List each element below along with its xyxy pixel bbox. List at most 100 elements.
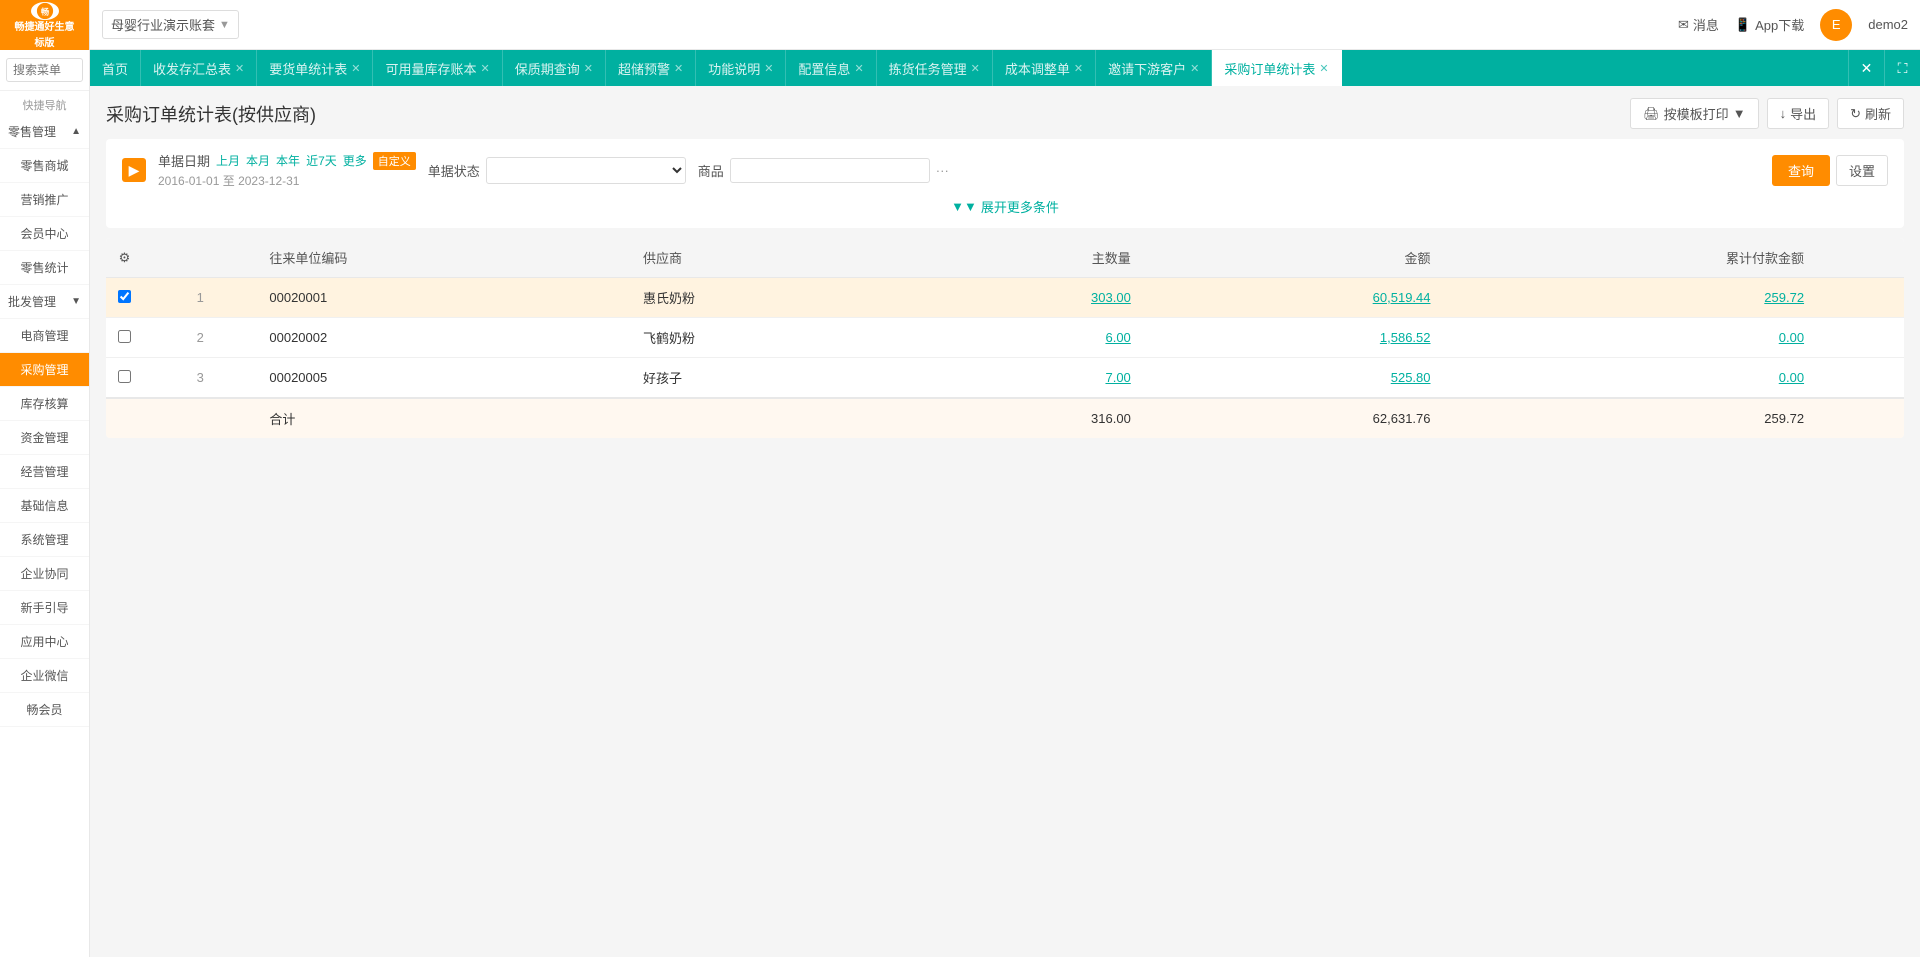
row-paid-amount[interactable]: 0.00	[1443, 318, 1817, 358]
sidebar-item-retail-shop[interactable]: 零售商城	[0, 149, 89, 183]
row-partner-code: 00020002	[257, 318, 631, 358]
filter-toggle-btn[interactable]: ▶	[122, 158, 146, 182]
data-table: ⚙ 往来单位编码 供应商 主数量 金额 累计付款金额 1 00020001 惠氏…	[106, 238, 1904, 438]
tab-expiry-query[interactable]: 保质期查询 ✕	[503, 50, 606, 86]
message-icon: ✉	[1678, 17, 1689, 33]
sidebar-item-basic-info[interactable]: 基础信息	[0, 489, 89, 523]
avatar[interactable]: E	[1820, 9, 1852, 41]
download-icon: 📱	[1735, 17, 1751, 33]
date-shortcut-this-year[interactable]: 本年	[276, 152, 300, 169]
row-main-qty[interactable]: 6.00	[909, 318, 1143, 358]
sidebar-item-enterprise-wechat[interactable]: 企业微信	[0, 659, 89, 693]
footer-seq	[143, 398, 257, 438]
tab-config-info[interactable]: 配置信息 ✕	[786, 50, 876, 86]
tab-label: 拣货任务管理	[889, 59, 967, 78]
date-shortcut-7days[interactable]: 近7天	[306, 152, 337, 169]
table-row[interactable]: 3 00020005 好孩子 7.00 525.80 0.00	[106, 358, 1904, 399]
sidebar-item-retail-stats[interactable]: 零售统计	[0, 251, 89, 285]
expand-filter-btn[interactable]: ▼▼ 展开更多条件	[951, 197, 1059, 216]
row-paid-amount[interactable]: 0.00	[1443, 358, 1817, 399]
export-button[interactable]: ↓ 导出	[1767, 98, 1830, 129]
tab-close-icon[interactable]: ✕	[584, 62, 593, 75]
sidebar-item-member-center[interactable]: 会员中心	[0, 217, 89, 251]
row-amount[interactable]: 1,586.52	[1143, 318, 1443, 358]
settings-button[interactable]: 设置	[1836, 155, 1888, 186]
print-label: 按模板打印	[1664, 104, 1729, 123]
date-start: 2016-01-01	[158, 174, 219, 188]
sidebar-item-system[interactable]: 系统管理	[0, 523, 89, 557]
page-content: 采购订单统计表(按供应商) 🖨 按模板打印 ▼ ↓ 导出 ↻ 刷新	[90, 86, 1920, 957]
col-settings[interactable]: ⚙	[106, 238, 143, 278]
tab-close-icon[interactable]: ✕	[481, 62, 490, 75]
user-name[interactable]: demo2	[1868, 17, 1908, 32]
date-custom-badge: 自定义	[373, 152, 416, 170]
workspace-selector[interactable]: 母婴行业演示账套 ▼	[102, 10, 239, 39]
row-amount[interactable]: 525.80	[1143, 358, 1443, 399]
refresh-button[interactable]: ↻ 刷新	[1837, 98, 1904, 129]
tab-func-desc[interactable]: 功能说明 ✕	[696, 50, 786, 86]
table-row[interactable]: 2 00020002 飞鹤奶粉 6.00 1,586.52 0.00	[106, 318, 1904, 358]
row-main-qty[interactable]: 303.00	[909, 278, 1143, 318]
tab-purchase-order-stats[interactable]: 采购订单统计表 ✕	[1212, 50, 1341, 86]
sidebar-item-member[interactable]: 畅会员	[0, 693, 89, 727]
sidebar-item-finance[interactable]: 资金管理	[0, 421, 89, 455]
date-shortcut-last-month[interactable]: 上月	[216, 152, 240, 169]
app-logo: 畅 畅捷通好生意 标版	[0, 0, 89, 50]
close-tab-btn[interactable]: ✕	[1848, 50, 1884, 86]
tab-inventory-ledger[interactable]: 可用量库存账本 ✕	[373, 50, 502, 86]
goods-input[interactable]	[730, 158, 930, 183]
row-checkbox[interactable]	[106, 358, 143, 399]
tab-close-icon[interactable]: ✕	[1074, 62, 1083, 75]
tab-receive-pay[interactable]: 收发存汇总表 ✕	[141, 50, 257, 86]
tab-label: 超储预警	[618, 59, 670, 78]
tab-cost-adjust[interactable]: 成本调整单 ✕	[993, 50, 1096, 86]
query-button[interactable]: 查询	[1772, 155, 1830, 186]
expand-tab-btn[interactable]: ⛶	[1884, 50, 1920, 86]
row-amount[interactable]: 60,519.44	[1143, 278, 1443, 318]
sidebar-item-wholesale-manage[interactable]: 批发管理 ▼	[0, 285, 89, 319]
row-checkbox[interactable]	[106, 278, 143, 318]
sidebar-item-retail-manage[interactable]: 零售管理 ▲	[0, 115, 89, 149]
tab-close-icon[interactable]: ✕	[1190, 62, 1199, 75]
table-footer-row: 合计 316.00 62,631.76 259.72	[106, 398, 1904, 438]
row-checkbox[interactable]	[106, 318, 143, 358]
sidebar-item-inventory[interactable]: 库存核算	[0, 387, 89, 421]
tab-overstock[interactable]: 超储预警 ✕	[606, 50, 696, 86]
row-paid-amount[interactable]: 259.72	[1443, 278, 1817, 318]
tab-close-icon[interactable]: ✕	[854, 62, 863, 75]
tab-order-stats[interactable]: 要货单统计表 ✕	[257, 50, 373, 86]
sidebar-item-enterprise-collab[interactable]: 企业协同	[0, 557, 89, 591]
sidebar-item-new-guide[interactable]: 新手引导	[0, 591, 89, 625]
tab-close-icon[interactable]: ✕	[235, 62, 244, 75]
date-shortcut-more[interactable]: 更多	[343, 152, 367, 169]
sidebar-item-label: 批发管理	[8, 293, 56, 310]
more-icon[interactable]: ···	[936, 163, 949, 178]
tab-close-icon[interactable]: ✕	[1319, 62, 1328, 75]
top-bar: 母婴行业演示账套 ▼ ✉ 消息 📱 App下载 E demo2	[90, 0, 1920, 50]
sidebar: 畅 畅捷通好生意 标版 快捷导航 零售管理 ▲ 零售商城 营销推广 会员中心 零…	[0, 0, 90, 957]
app-download-label: App下载	[1755, 15, 1804, 34]
tab-close-icon[interactable]: ✕	[971, 62, 980, 75]
tab-close-icon[interactable]: ✕	[764, 62, 773, 75]
message-btn[interactable]: ✉ 消息	[1678, 15, 1719, 34]
row-main-qty[interactable]: 7.00	[909, 358, 1143, 399]
workspace-name: 母婴行业演示账套	[111, 15, 215, 34]
sidebar-item-marketing[interactable]: 营销推广	[0, 183, 89, 217]
table-row[interactable]: 1 00020001 惠氏奶粉 303.00 60,519.44 259.72	[106, 278, 1904, 318]
sidebar-item-ops-manage[interactable]: 经营管理	[0, 455, 89, 489]
table-header-row: ⚙ 往来单位编码 供应商 主数量 金额 累计付款金额	[106, 238, 1904, 278]
search-input[interactable]	[6, 58, 83, 82]
print-button[interactable]: 🖨 按模板打印 ▼	[1630, 98, 1758, 129]
date-shortcut-this-month[interactable]: 本月	[246, 152, 270, 169]
tab-close-icon[interactable]: ✕	[351, 62, 360, 75]
status-select[interactable]	[486, 157, 686, 184]
tab-pick-task[interactable]: 拣货任务管理 ✕	[877, 50, 993, 86]
tab-invite-downstream[interactable]: 邀请下游客户 ✕	[1096, 50, 1212, 86]
row-seq: 1	[143, 278, 257, 318]
sidebar-item-app-center[interactable]: 应用中心	[0, 625, 89, 659]
tab-close-icon[interactable]: ✕	[674, 62, 683, 75]
sidebar-item-purchase-manage[interactable]: 采购管理	[0, 353, 89, 387]
app-download-btn[interactable]: 📱 App下载	[1735, 15, 1804, 34]
tab-home[interactable]: 首页	[90, 50, 141, 86]
sidebar-item-ecommerce[interactable]: 电商管理	[0, 319, 89, 353]
